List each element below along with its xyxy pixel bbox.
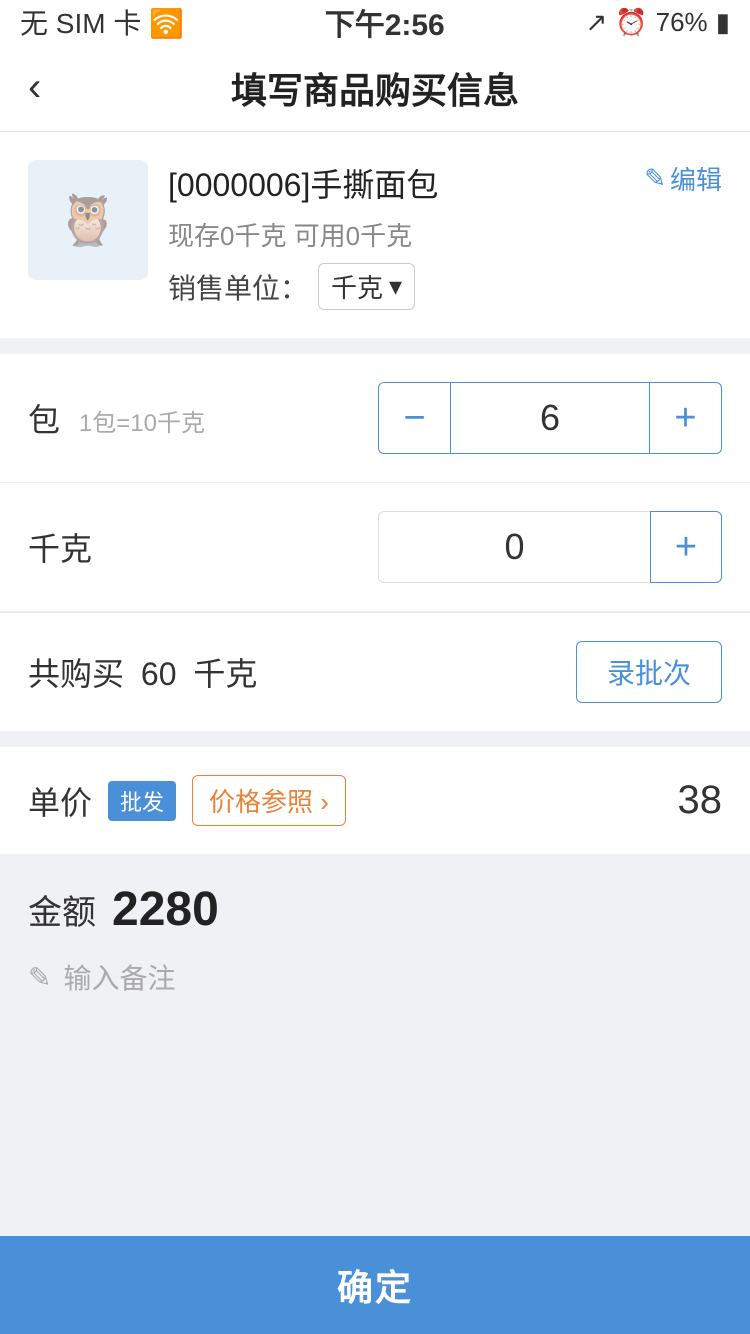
price-tag: 批发 bbox=[108, 781, 176, 821]
kg-quantity-controls: + bbox=[378, 511, 722, 583]
section-divider-1 bbox=[0, 731, 750, 747]
price-value: 38 bbox=[678, 778, 723, 823]
kg-label: 千克 bbox=[28, 524, 378, 570]
product-thumbnail: 🦉 bbox=[28, 160, 148, 280]
unit-label: 销售单位： bbox=[168, 267, 308, 307]
price-ref-button[interactable]: 价格参照 › bbox=[192, 775, 346, 826]
confirm-bar[interactable]: 确定 bbox=[0, 1236, 750, 1334]
kg-quantity-row: 千克 + bbox=[0, 483, 750, 612]
product-logo-icon: 🦉 bbox=[57, 191, 119, 250]
chevron-down-icon: ▾ bbox=[389, 271, 402, 302]
status-time: 下午2:56 bbox=[325, 0, 445, 44]
status-right: ↗ ⏰ 76% ▮ bbox=[585, 7, 730, 38]
amount-value: 2280 bbox=[112, 882, 219, 937]
bag-sub-label: 1包=10千克 bbox=[79, 410, 205, 437]
bag-increase-button[interactable]: + bbox=[650, 382, 722, 454]
unit-value: 千克 bbox=[331, 268, 383, 305]
quantity-section: 包 1包=10千克 − + 千克 + 共购买 60 千克 录批次 bbox=[0, 354, 750, 731]
total-batch-row: 共购买 60 千克 录批次 bbox=[0, 612, 750, 731]
sim-status: 无 SIM 卡 🛜 bbox=[20, 2, 184, 42]
amount-label: 金额 bbox=[28, 885, 96, 934]
edit-button[interactable]: ✎ 编辑 bbox=[644, 160, 722, 197]
confirm-button[interactable]: 确定 bbox=[337, 1259, 413, 1311]
bag-quantity-controls: − + bbox=[378, 382, 722, 454]
location-icon: ↗ bbox=[585, 7, 607, 38]
batch-button[interactable]: 录批次 bbox=[576, 641, 722, 703]
nav-bar: ‹ 填写商品购买信息 bbox=[0, 44, 750, 132]
product-info: [0000006]手撕面包 现存0千克 可用0千克 销售单位： 千克 ▾ bbox=[168, 160, 722, 310]
edit-label: 编辑 bbox=[670, 160, 722, 197]
note-placeholder: 输入备注 bbox=[63, 957, 175, 997]
product-name: [0000006]手撕面包 bbox=[168, 160, 722, 206]
edit-icon: ✎ bbox=[644, 163, 666, 194]
price-ref-label: 价格参照 › bbox=[209, 782, 329, 819]
total-prefix: 共购买 bbox=[28, 656, 124, 692]
alarm-icon: ⏰ bbox=[615, 7, 647, 38]
back-button[interactable]: ‹ bbox=[28, 65, 41, 110]
main-content: 🦉 [0000006]手撕面包 现存0千克 可用0千克 销售单位： 千克 ▾ ✎… bbox=[0, 132, 750, 1317]
amount-row: 金额 2280 bbox=[28, 882, 722, 937]
bag-quantity-input[interactable] bbox=[450, 382, 650, 454]
price-section: 单价 批发 价格参照 › 38 bbox=[0, 747, 750, 854]
kg-increase-button[interactable]: + bbox=[650, 511, 722, 583]
unit-select[interactable]: 千克 ▾ bbox=[318, 263, 415, 310]
product-unit-row: 销售单位： 千克 ▾ bbox=[168, 263, 722, 310]
battery-icon: ▮ bbox=[716, 7, 730, 38]
total-unit: 千克 bbox=[193, 656, 257, 692]
note-row[interactable]: ✎ 输入备注 bbox=[28, 957, 722, 1017]
status-bar: 无 SIM 卡 🛜 下午2:56 ↗ ⏰ 76% ▮ bbox=[0, 0, 750, 44]
pencil-icon: ✎ bbox=[28, 961, 51, 994]
product-stock: 现存0千克 可用0千克 bbox=[168, 216, 722, 253]
bag-decrease-button[interactable]: − bbox=[378, 382, 450, 454]
status-left: 无 SIM 卡 🛜 bbox=[20, 2, 184, 42]
battery-percent: 76% bbox=[656, 7, 708, 38]
bag-label: 包 1包=10千克 bbox=[28, 395, 378, 441]
bag-quantity-row: 包 1包=10千克 − + bbox=[0, 354, 750, 483]
product-card: 🦉 [0000006]手撕面包 现存0千克 可用0千克 销售单位： 千克 ▾ ✎… bbox=[0, 132, 750, 338]
page-title: 填写商品购买信息 bbox=[231, 62, 519, 114]
kg-quantity-input[interactable] bbox=[378, 511, 650, 583]
total-amount: 60 bbox=[141, 656, 177, 692]
amount-section: 金额 2280 ✎ 输入备注 bbox=[0, 854, 750, 1217]
price-label: 单价 bbox=[28, 778, 92, 824]
total-text: 共购买 60 千克 bbox=[28, 649, 257, 695]
